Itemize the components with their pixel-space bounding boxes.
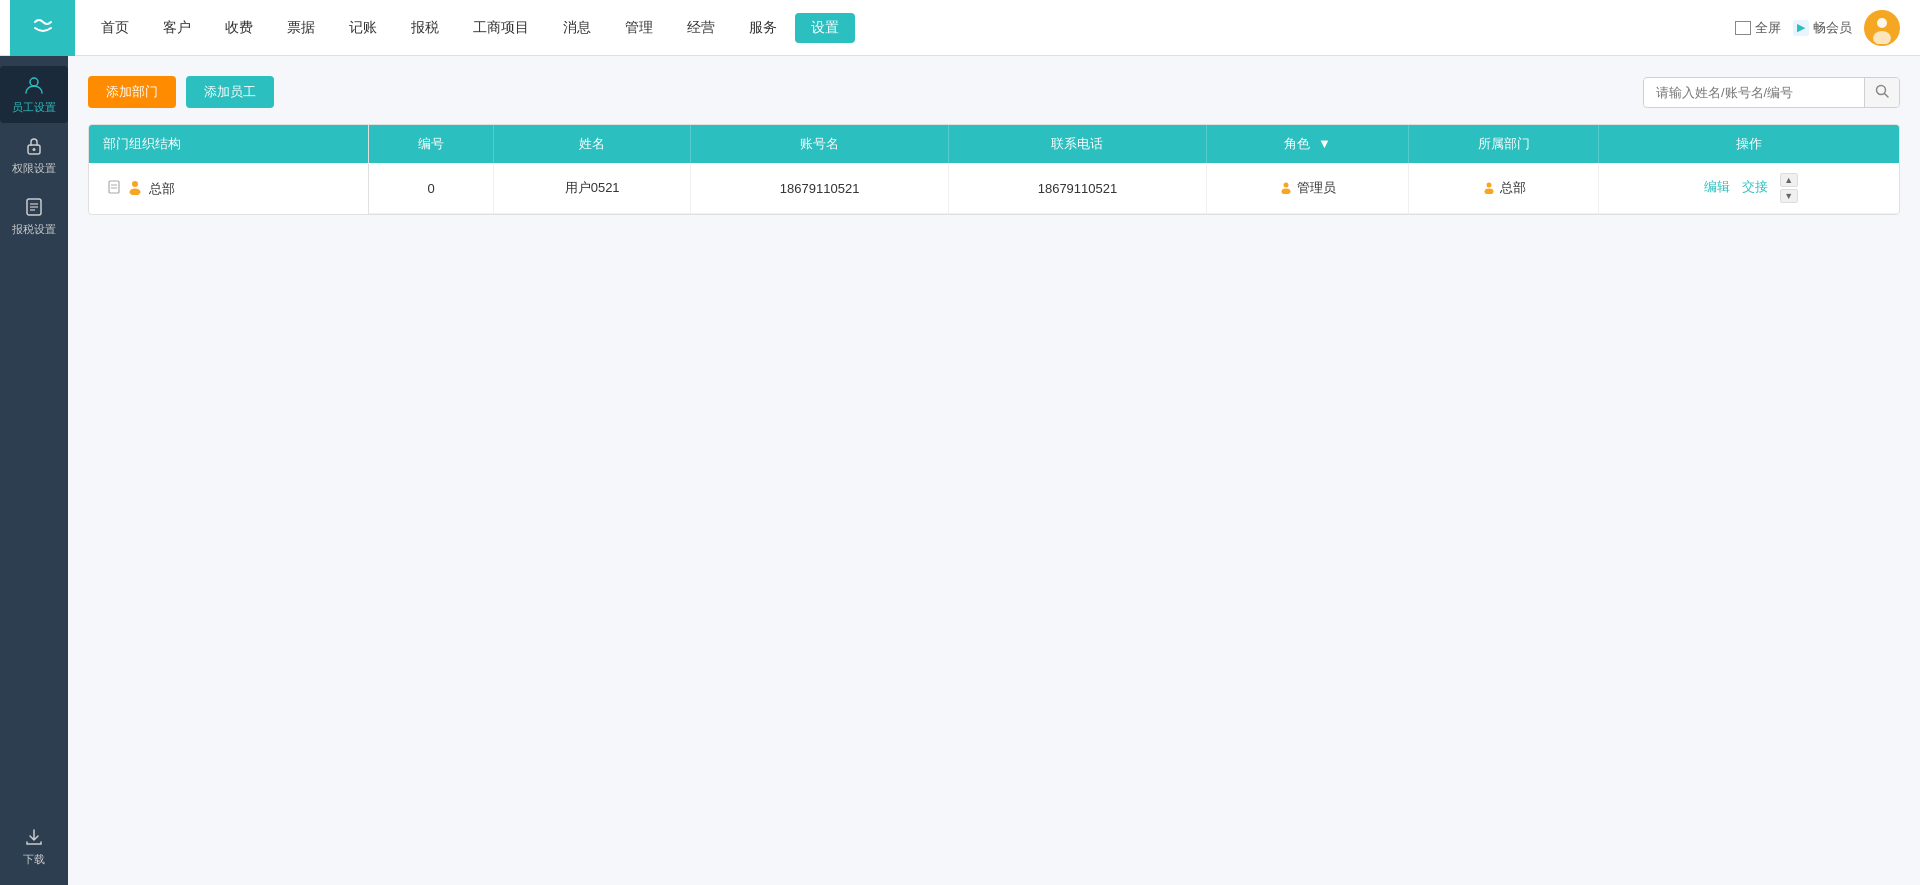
- role-badge: 管理员: [1279, 179, 1336, 197]
- member-button[interactable]: ▶ 畅会员: [1793, 19, 1852, 37]
- tax-settings-icon: [23, 196, 45, 218]
- toolbar: 添加部门 添加员工: [88, 76, 1900, 108]
- col-role: 角色 ▼: [1206, 125, 1408, 163]
- person-settings-icon: [23, 74, 45, 96]
- app-logo: [10, 0, 75, 56]
- svg-point-16: [132, 181, 138, 187]
- nav-menu: 首页 客户 收费 票据 记账 报税 工商项目 消息 管理 经营 服务 设置: [75, 13, 1735, 43]
- dept-tree: 部门组织结构: [89, 125, 369, 214]
- svg-point-2: [1877, 18, 1887, 28]
- top-navigation: 首页 客户 收费 票据 记账 报税 工商项目 消息 管理 经营 服务 设置 全屏…: [0, 0, 1920, 56]
- search-button[interactable]: [1864, 78, 1899, 107]
- employee-table: 编号 姓名 账号名 联系电话 角色 ▼ 所属部门 操作 0: [369, 125, 1899, 214]
- svg-point-17: [130, 189, 141, 196]
- cell-phone: 18679110521: [949, 163, 1207, 214]
- cell-role: 管理员: [1206, 163, 1408, 214]
- sidebar: 员工设置 权限设置 报税设置 下载: [0, 56, 68, 885]
- svg-point-18: [1284, 182, 1289, 187]
- dept-tree-body: 总部: [89, 163, 368, 214]
- nav-right-controls: 全屏 ▶ 畅会员: [1735, 10, 1900, 46]
- search-box: [1643, 77, 1900, 108]
- cell-action: 编辑 交接 ▲ ▼: [1599, 163, 1899, 214]
- table-row: 0 用户0521 18679110521 18679110521: [369, 163, 1899, 214]
- svg-point-20: [1486, 182, 1491, 187]
- nav-business[interactable]: 工商项目: [457, 13, 545, 43]
- nav-home[interactable]: 首页: [85, 13, 145, 43]
- add-employee-button[interactable]: 添加员工: [186, 76, 274, 108]
- avatar[interactable]: [1864, 10, 1900, 46]
- lock-settings-icon: [23, 135, 45, 157]
- edit-link[interactable]: 编辑: [1704, 179, 1730, 194]
- search-input[interactable]: [1644, 79, 1864, 106]
- main-content: 添加部门 添加员工 部门组织结构: [68, 56, 1920, 885]
- table-header-row: 编号 姓名 账号名 联系电话 角色 ▼ 所属部门 操作: [369, 125, 1899, 163]
- svg-point-0: [25, 10, 61, 46]
- role-user-icon: [1279, 180, 1293, 197]
- svg-point-6: [33, 148, 36, 151]
- nav-message[interactable]: 消息: [547, 13, 607, 43]
- nav-invoice[interactable]: 票据: [271, 13, 331, 43]
- nav-customer[interactable]: 客户: [147, 13, 207, 43]
- nav-settings[interactable]: 设置: [795, 13, 855, 43]
- svg-point-19: [1282, 188, 1291, 194]
- col-account: 账号名: [691, 125, 949, 163]
- panel-container: 部门组织结构: [88, 124, 1900, 215]
- cell-account: 18679110521: [691, 163, 949, 214]
- nav-manage[interactable]: 管理: [609, 13, 669, 43]
- cell-id: 0: [369, 163, 494, 214]
- member-icon: ▶: [1793, 20, 1809, 36]
- scroll-control: ▲ ▼: [1780, 173, 1798, 203]
- scroll-down-arrow[interactable]: ▼: [1780, 189, 1798, 203]
- sidebar-item-employee[interactable]: 员工设置: [0, 66, 68, 123]
- svg-rect-13: [109, 181, 119, 193]
- col-action: 操作: [1599, 125, 1899, 163]
- dept-user-icon: [1482, 180, 1496, 197]
- handover-link[interactable]: 交接: [1742, 179, 1768, 194]
- dept-badge: 总部: [1482, 179, 1526, 197]
- download-icon: [23, 826, 45, 848]
- cell-dept: 总部: [1409, 163, 1599, 214]
- data-table: 编号 姓名 账号名 联系电话 角色 ▼ 所属部门 操作 0: [369, 125, 1899, 214]
- file-icon: [107, 180, 121, 197]
- col-name: 姓名: [494, 125, 691, 163]
- col-id: 编号: [369, 125, 494, 163]
- dept-node-root[interactable]: 总部: [103, 173, 354, 204]
- filter-icon[interactable]: ▼: [1318, 136, 1331, 151]
- svg-point-4: [30, 78, 38, 86]
- nav-service[interactable]: 服务: [733, 13, 793, 43]
- cell-name: 用户0521: [494, 163, 691, 214]
- sidebar-item-tax[interactable]: 报税设置: [0, 188, 68, 245]
- col-phone: 联系电话: [949, 125, 1207, 163]
- user-group-icon: [127, 179, 143, 198]
- dept-tree-header: 部门组织结构: [89, 125, 368, 163]
- fullscreen-icon: [1735, 21, 1751, 35]
- scroll-up-arrow[interactable]: ▲: [1780, 173, 1798, 187]
- fullscreen-button[interactable]: 全屏: [1735, 19, 1781, 37]
- col-dept: 所属部门: [1409, 125, 1599, 163]
- svg-line-12: [1885, 93, 1889, 97]
- svg-point-21: [1484, 188, 1493, 194]
- nav-tax[interactable]: 报税: [395, 13, 455, 43]
- add-dept-button[interactable]: 添加部门: [88, 76, 176, 108]
- sidebar-item-permission[interactable]: 权限设置: [0, 127, 68, 184]
- sidebar-item-download[interactable]: 下载: [0, 818, 68, 875]
- nav-operation[interactable]: 经营: [671, 13, 731, 43]
- nav-accounting[interactable]: 记账: [333, 13, 393, 43]
- nav-billing[interactable]: 收费: [209, 13, 269, 43]
